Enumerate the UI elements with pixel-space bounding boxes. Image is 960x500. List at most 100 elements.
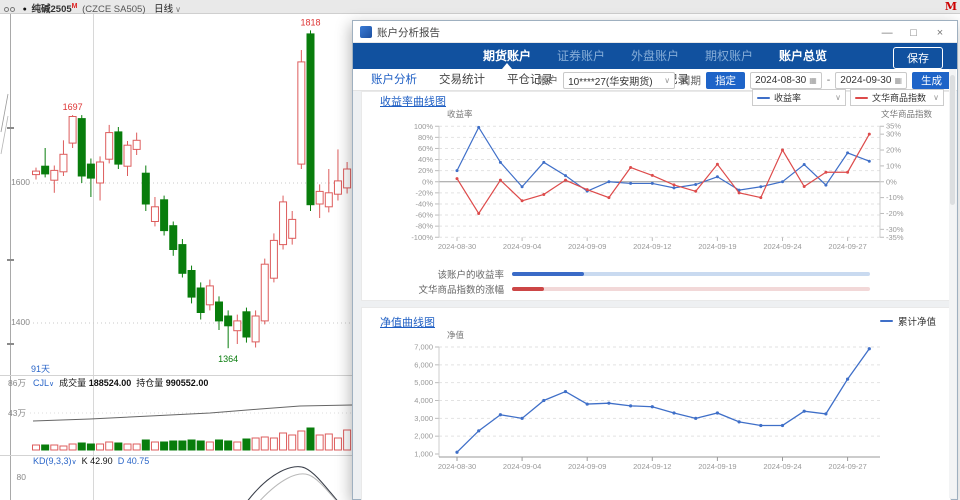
date-separator: - — [826, 74, 831, 86]
progress-fill — [512, 287, 544, 291]
svg-text:1,000: 1,000 — [414, 450, 433, 459]
calendar-icon: ▦ — [809, 75, 817, 85]
svg-text:-35%: -35% — [886, 233, 904, 242]
blue-line-swatch — [879, 320, 893, 322]
net-value-card: 净值曲线图 累计净值 净值 7,000 6,000 5,000 4,000 3,000 2,… — [361, 307, 951, 500]
period-label: 周期 — [680, 74, 702, 87]
svg-text:-20%: -20% — [415, 188, 433, 197]
progress-fill — [512, 272, 584, 276]
nav-tab-1[interactable]: 期货账户 — [483, 43, 531, 69]
svg-text:30%: 30% — [886, 130, 901, 139]
calendar-icon: ▦ — [894, 75, 902, 85]
blue-line-swatch — [757, 96, 770, 99]
wenhua-logo: M — [944, 0, 957, 13]
main-contract-badge: M — [71, 3, 78, 10]
date-from-input[interactable]: 2024-08-30 ▦ — [750, 71, 822, 89]
volume-chart[interactable] — [0, 375, 353, 455]
dialog-title: 账户分析报告 — [377, 27, 440, 39]
dialog-toolbar: 账户分析交易统计平仓记录期末持仓成交记录 账户 10****27(华安期货) ∨… — [353, 69, 957, 91]
date-to-input[interactable]: 2024-09-30 ▦ — [835, 71, 907, 89]
svg-text:1364: 1364 — [218, 354, 238, 364]
svg-text:-10%: -10% — [886, 193, 904, 202]
scrollbar-thumb[interactable] — [950, 75, 955, 205]
chevron-down-icon: ∨ — [175, 5, 182, 15]
save-button[interactable]: 保存 — [893, 47, 943, 69]
maximize-icon[interactable]: □ — [903, 27, 925, 39]
svg-text:-60%: -60% — [415, 211, 433, 220]
svg-text:2024-09-19: 2024-09-19 — [698, 242, 736, 251]
svg-text:2024-09-27: 2024-09-27 — [828, 462, 866, 471]
svg-text:80%: 80% — [418, 133, 433, 142]
chevron-down-icon: ∨ — [664, 75, 671, 85]
svg-text:3,000: 3,000 — [414, 414, 433, 423]
svg-text:-20%: -20% — [886, 209, 904, 218]
nav-tab-3[interactable]: 外盘账户 — [631, 43, 679, 69]
nav-tabs: 期货账户 证券账户 外盘账户 期权账户 账户总览 — [353, 43, 957, 69]
toolbar-tab-1[interactable]: 账户分析 — [371, 69, 417, 91]
svg-text:2024-09-12: 2024-09-12 — [633, 242, 671, 251]
toolbar-tab-2[interactable]: 交易统计 — [439, 69, 485, 91]
svg-text:净值: 净值 — [447, 330, 465, 340]
toolbar-controls: 账户 10****27(华安期货) ∨ 周期 指定 2024-08-30 ▦ -… — [537, 69, 951, 91]
returns-card: 收益率曲线图 收益率 ∨ 文华商品指数 ∨ 收益率 文华商品指数 100% 80% 60… — [361, 89, 952, 301]
series1-select[interactable]: 收益率 ∨ — [752, 89, 846, 106]
svg-text:2024-08-30: 2024-08-30 — [438, 242, 476, 251]
kline-chart[interactable]: 1697 1818 1364 — [0, 14, 352, 375]
svg-text:2024-09-09: 2024-09-09 — [568, 242, 606, 251]
dialog-titlebar[interactable]: 账户分析报告 — □ × — [353, 21, 957, 43]
cumulative-net-legend: 累计净值 — [879, 314, 936, 328]
svg-text:2024-09-04: 2024-09-04 — [503, 462, 541, 471]
svg-text:2024-09-12: 2024-09-12 — [633, 462, 671, 471]
chevron-down-icon: ∨ — [933, 93, 939, 102]
svg-text:2024-09-09: 2024-09-09 — [568, 462, 606, 471]
bar-count-label: 91天 — [31, 364, 51, 374]
progress-label: 文华商品指数的涨幅 — [418, 285, 504, 296]
instrument-bullet: ● — [22, 6, 27, 14]
chevron-down-icon: ∨ — [835, 93, 841, 102]
kline-window-titlebar: ● 纯碱2505M (CZCE SA505) 日线 ∨ M — [0, 0, 960, 15]
svg-text:0%: 0% — [422, 177, 433, 186]
svg-text:2024-09-27: 2024-09-27 — [828, 242, 866, 251]
dialog-scrollbar[interactable] — [949, 69, 956, 498]
generate-button[interactable]: 生成 — [912, 71, 951, 89]
minimize-icon[interactable]: — — [876, 27, 898, 39]
svg-text:20%: 20% — [418, 166, 433, 175]
dialog-navbar: 期货账户 证券账户 外盘账户 期权账户 账户总览 保存 — [353, 43, 957, 69]
kd-chart[interactable] — [0, 465, 352, 500]
svg-text:2,000: 2,000 — [414, 432, 433, 441]
assign-period-button[interactable]: 指定 — [706, 71, 746, 89]
svg-text:100%: 100% — [414, 122, 434, 131]
svg-text:5,000: 5,000 — [414, 378, 433, 387]
svg-text:-40%: -40% — [415, 199, 433, 208]
progress-track — [512, 272, 870, 276]
series2-select[interactable]: 文华商品指数 ∨ — [850, 89, 944, 106]
svg-text:1697: 1697 — [63, 102, 83, 112]
account-report-dialog: 账户分析报告 — □ × 期货账户 证券账户 外盘账户 期权账户 账户总览 保存 账户分… — [352, 20, 958, 500]
account-return-progress: 该账户的收益率 — [362, 268, 870, 281]
svg-text:收益率: 收益率 — [447, 109, 473, 119]
nav-tab-2[interactable]: 证券账户 — [557, 43, 605, 69]
svg-text:1818: 1818 — [300, 17, 320, 27]
index-gain-progress: 文华商品指数的涨幅 — [362, 283, 870, 296]
close-icon[interactable]: × — [929, 27, 951, 39]
screen: ● 纯碱2505M (CZCE SA505) 日线 ∨ M 1697 1818 136… — [0, 0, 960, 500]
progress-track — [512, 287, 870, 291]
svg-text:20%: 20% — [886, 146, 901, 155]
svg-text:0%: 0% — [886, 177, 897, 186]
nav-tab-4[interactable]: 期权账户 — [705, 43, 753, 69]
net-value-chart[interactable]: 净值 7,000 6,000 5,000 4,000 3,000 2,000 1,000 202… — [362, 328, 952, 478]
returns-chart[interactable]: 收益率 文华商品指数 100% 80% 60% 40% 20% 0% -20% -40% -60% -… — [362, 108, 952, 266]
svg-text:文华商品指数: 文华商品指数 — [881, 109, 933, 119]
returns-curve-link[interactable]: 收益率曲线图 — [380, 93, 446, 109]
svg-text:4,000: 4,000 — [414, 396, 433, 405]
svg-text:7,000: 7,000 — [414, 343, 433, 352]
svg-text:-100%: -100% — [411, 233, 433, 242]
price-axis-1400: 1400 — [11, 317, 30, 327]
svg-text:10%: 10% — [886, 161, 901, 170]
nav-tab-5[interactable]: 账户总览 — [779, 43, 827, 69]
red-line-swatch — [855, 96, 868, 99]
svg-text:2024-08-30: 2024-08-30 — [438, 462, 476, 471]
account-select[interactable]: 10****27(华安期货) ∨ — [563, 71, 676, 89]
svg-text:40%: 40% — [418, 155, 433, 164]
dialog-app-icon — [360, 26, 372, 38]
